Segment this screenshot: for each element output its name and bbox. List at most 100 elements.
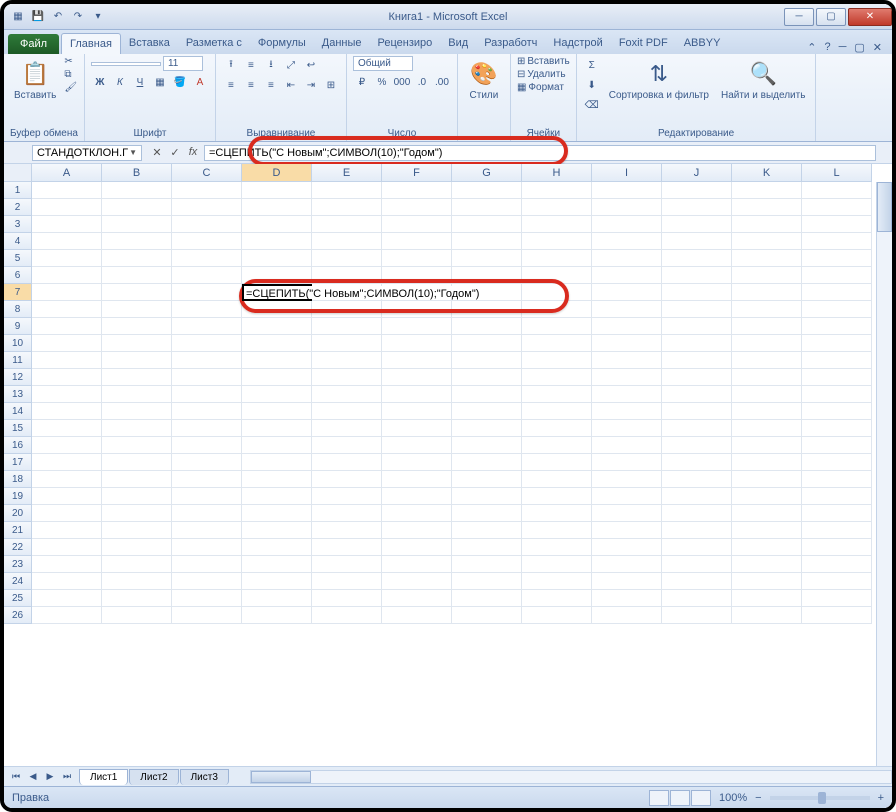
- cell[interactable]: [382, 301, 452, 318]
- cell[interactable]: [662, 386, 732, 403]
- cell[interactable]: [802, 556, 872, 573]
- cell[interactable]: [32, 267, 102, 284]
- cell[interactable]: [382, 216, 452, 233]
- row-header[interactable]: 24: [4, 573, 32, 590]
- cell[interactable]: [592, 216, 662, 233]
- cell[interactable]: [802, 403, 872, 420]
- cell[interactable]: [522, 352, 592, 369]
- cell[interactable]: [312, 454, 382, 471]
- styles-button[interactable]: 🎨 Стили: [464, 56, 504, 103]
- cell[interactable]: [452, 301, 522, 318]
- cell[interactable]: [312, 318, 382, 335]
- row-header[interactable]: 2: [4, 199, 32, 216]
- row-header[interactable]: 15: [4, 420, 32, 437]
- cell[interactable]: [452, 556, 522, 573]
- cell[interactable]: [522, 182, 592, 199]
- cell[interactable]: [382, 471, 452, 488]
- indent-inc-button[interactable]: ⇥: [302, 76, 320, 94]
- cell[interactable]: [662, 250, 732, 267]
- cell[interactable]: [32, 505, 102, 522]
- cell[interactable]: [172, 233, 242, 250]
- cell[interactable]: [452, 182, 522, 199]
- fx-icon[interactable]: fx: [186, 146, 200, 159]
- zoom-out-button[interactable]: −: [755, 792, 761, 804]
- cell[interactable]: [662, 488, 732, 505]
- cell[interactable]: [802, 573, 872, 590]
- comma-button[interactable]: 000: [393, 73, 411, 91]
- cell[interactable]: [312, 301, 382, 318]
- cell[interactable]: [732, 403, 802, 420]
- cell[interactable]: [732, 216, 802, 233]
- cell[interactable]: [32, 488, 102, 505]
- column-header[interactable]: C: [172, 164, 242, 181]
- cell[interactable]: [592, 420, 662, 437]
- cell[interactable]: [522, 437, 592, 454]
- cell[interactable]: [32, 250, 102, 267]
- cell[interactable]: [102, 352, 172, 369]
- cell[interactable]: [522, 488, 592, 505]
- cell[interactable]: [732, 437, 802, 454]
- cell[interactable]: [102, 182, 172, 199]
- row-header[interactable]: 9: [4, 318, 32, 335]
- row-header[interactable]: 23: [4, 556, 32, 573]
- font-size-box[interactable]: 11: [163, 56, 203, 71]
- cell[interactable]: [522, 556, 592, 573]
- cell[interactable]: [242, 369, 312, 386]
- row-header[interactable]: 6: [4, 267, 32, 284]
- ribbon-tab-5[interactable]: Рецензиро: [370, 33, 441, 54]
- column-header[interactable]: H: [522, 164, 592, 181]
- cell[interactable]: [172, 556, 242, 573]
- cell[interactable]: [382, 505, 452, 522]
- cell[interactable]: [452, 216, 522, 233]
- cell[interactable]: [592, 403, 662, 420]
- cell[interactable]: [32, 454, 102, 471]
- cell[interactable]: [382, 335, 452, 352]
- cell[interactable]: [732, 335, 802, 352]
- cell[interactable]: [662, 454, 732, 471]
- cell[interactable]: [452, 522, 522, 539]
- cell[interactable]: [32, 386, 102, 403]
- wrap-text-button[interactable]: ↩: [302, 56, 320, 74]
- cell[interactable]: [592, 522, 662, 539]
- cell[interactable]: [452, 335, 522, 352]
- cell[interactable]: [312, 250, 382, 267]
- cell[interactable]: [802, 454, 872, 471]
- cell[interactable]: [102, 233, 172, 250]
- cell[interactable]: [242, 267, 312, 284]
- cell[interactable]: [382, 420, 452, 437]
- cell[interactable]: [242, 471, 312, 488]
- mdi-close-icon[interactable]: ✕: [873, 41, 882, 54]
- cell[interactable]: [32, 471, 102, 488]
- cell[interactable]: [102, 369, 172, 386]
- cell[interactable]: [522, 573, 592, 590]
- row-header[interactable]: 16: [4, 437, 32, 454]
- cell[interactable]: [382, 573, 452, 590]
- merge-button[interactable]: ⊞: [322, 76, 340, 94]
- cell[interactable]: [732, 284, 802, 301]
- font-color-button[interactable]: A: [191, 73, 209, 91]
- cell[interactable]: [32, 437, 102, 454]
- cell[interactable]: [382, 590, 452, 607]
- cell[interactable]: [242, 420, 312, 437]
- cell[interactable]: [382, 369, 452, 386]
- row-header[interactable]: 5: [4, 250, 32, 267]
- font-name-box[interactable]: [91, 62, 161, 66]
- cell[interactable]: [172, 369, 242, 386]
- cell[interactable]: [172, 267, 242, 284]
- align-top-button[interactable]: ⭱: [222, 56, 240, 74]
- vertical-scrollbar[interactable]: [876, 182, 892, 766]
- cell[interactable]: [592, 505, 662, 522]
- cell[interactable]: [172, 573, 242, 590]
- cell[interactable]: [802, 199, 872, 216]
- autosum-button[interactable]: Σ: [583, 56, 601, 74]
- cell[interactable]: [172, 403, 242, 420]
- cell[interactable]: [732, 471, 802, 488]
- cell[interactable]: [732, 267, 802, 284]
- cell[interactable]: [662, 471, 732, 488]
- cell[interactable]: [242, 182, 312, 199]
- cell[interactable]: [32, 522, 102, 539]
- cell[interactable]: [802, 369, 872, 386]
- redo-icon[interactable]: ↷: [70, 9, 86, 25]
- row-header[interactable]: 4: [4, 233, 32, 250]
- cell[interactable]: [522, 335, 592, 352]
